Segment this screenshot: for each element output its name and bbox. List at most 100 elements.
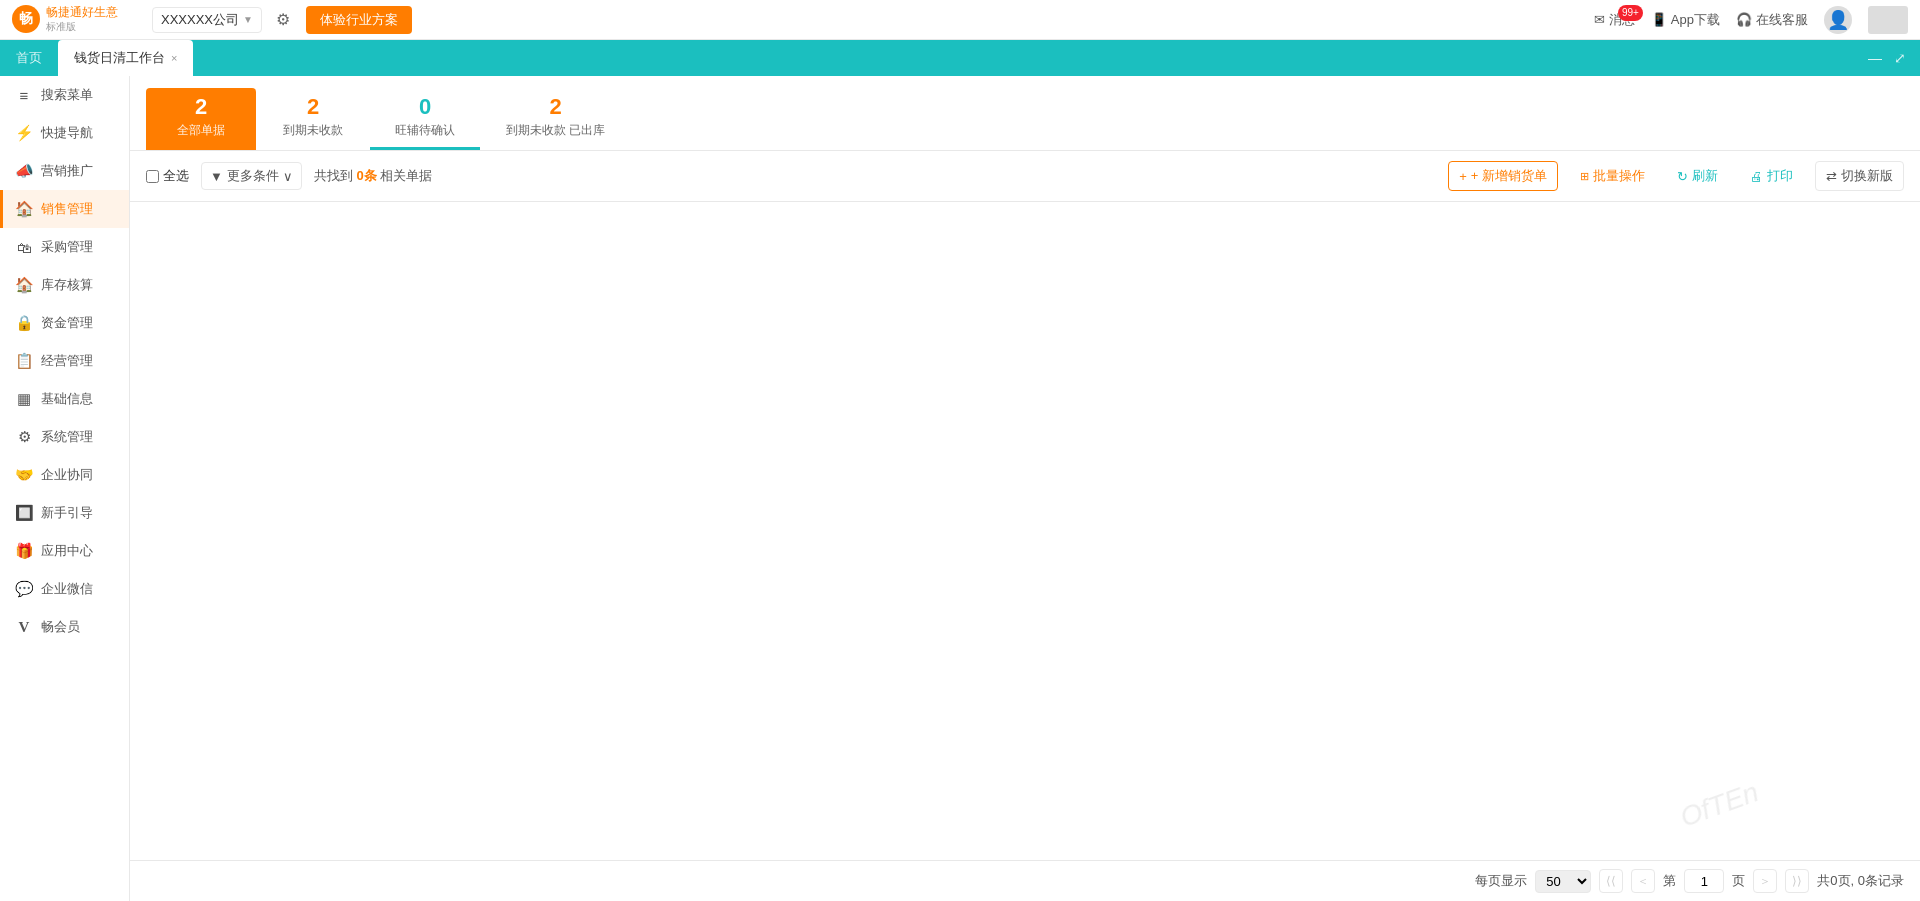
operations-icon: 📋 (15, 352, 33, 370)
header-right: ✉ 消息 99+ 📱 App下载 🎧 在线客服 👤 (1594, 6, 1908, 34)
next-page-button[interactable]: ＞ (1753, 869, 1777, 893)
user-name-area (1868, 6, 1908, 34)
stat-label-all: 全部单据 (177, 122, 225, 139)
print-label: 打印 (1767, 167, 1793, 185)
select-all-checkbox[interactable]: 全选 (146, 167, 189, 185)
add-sales-order-button[interactable]: + + 新增销货单 (1448, 161, 1558, 191)
sidebar-item-search-menu[interactable]: ≡ 搜索菜单 (0, 76, 129, 114)
sidebar-item-quick-nav[interactable]: ⚡ 快捷导航 (0, 114, 129, 152)
search-menu-icon: ≡ (15, 86, 33, 104)
filter-chevron-icon: ∨ (283, 169, 293, 184)
sidebar-item-marketing[interactable]: 📣 营销推广 (0, 152, 129, 190)
switch-version-button[interactable]: ⇄ 切换新版 (1815, 161, 1904, 191)
page-input[interactable] (1684, 869, 1724, 893)
logo-subtitle: 标准版 (46, 20, 118, 34)
headset-icon: 🎧 (1736, 12, 1752, 27)
purchase-icon: 🛍 (15, 238, 33, 256)
main-layout: ≡ 搜索菜单 ⚡ 快捷导航 📣 营销推广 🏠 销售管理 🛍 采购管理 🏠 库存核… (0, 76, 1920, 901)
sidebar-label-guide: 新手引导 (41, 504, 93, 522)
filter-icon: ▼ (210, 169, 223, 184)
table-area (130, 202, 1920, 860)
sidebar-label-quick-nav: 快捷导航 (41, 124, 93, 142)
select-all-input[interactable] (146, 170, 159, 183)
toolbar-right: + + 新增销货单 ⊞ 批量操作 ↻ 刷新 🖨 打印 ⇄ 切换新版 (1448, 161, 1904, 191)
online-service-label: 在线客服 (1756, 11, 1808, 29)
tab-workbench[interactable]: 钱货日清工作台 × (58, 40, 193, 76)
select-all-label: 全选 (163, 167, 189, 185)
trial-button[interactable]: 体验行业方案 (306, 6, 412, 34)
app-download-button[interactable]: 📱 App下载 (1651, 11, 1720, 29)
gear-icon: ⚙ (276, 10, 290, 29)
sidebar-item-purchase[interactable]: 🛍 采购管理 (0, 228, 129, 266)
per-page-select[interactable]: 50 100 200 (1535, 870, 1591, 893)
message-icon: ✉ (1594, 12, 1605, 27)
company-name: XXXXXX公司 (161, 11, 239, 29)
sidebar-label-finance: 资金管理 (41, 314, 93, 332)
sidebar-item-basic-info[interactable]: ▦ 基础信息 (0, 380, 129, 418)
vip-icon: V (15, 618, 33, 636)
settings-button[interactable]: ⚙ (268, 5, 298, 35)
toolbar: 全选 ▼ 更多条件 ∨ 共找到 0条 相关单据 + + 新增销货单 ⊞ 批量操作 (130, 151, 1920, 202)
enterprise-icon: 🤝 (15, 466, 33, 484)
stat-tab-all[interactable]: 2 全部单据 (146, 88, 256, 150)
sidebar-item-sales[interactable]: 🏠 销售管理 (0, 190, 129, 228)
stat-label-pending: 旺辅待确认 (395, 122, 455, 139)
sidebar-label-sales: 销售管理 (41, 200, 93, 218)
app-center-icon: 🎁 (15, 542, 33, 560)
basic-info-icon: ▦ (15, 390, 33, 408)
sidebar-item-operations[interactable]: 📋 经营管理 (0, 342, 129, 380)
wechat-icon: 💬 (15, 580, 33, 598)
filter-label: 更多条件 (227, 167, 279, 185)
per-page-label: 每页显示 (1475, 872, 1527, 890)
sidebar-item-guide[interactable]: 🔲 新手引导 (0, 494, 129, 532)
chevron-down-icon: ▼ (243, 14, 253, 25)
last-page-button[interactable]: ⟩⟩ (1785, 869, 1809, 893)
logo-icon: 畅 (12, 5, 40, 33)
sidebar-label-operations: 经营管理 (41, 352, 93, 370)
batch-operation-button[interactable]: ⊞ 批量操作 (1570, 162, 1655, 190)
found-text: 共找到 0条 相关单据 (314, 167, 432, 185)
company-selector[interactable]: XXXXXX公司 ▼ (152, 7, 262, 33)
top-header: 畅 畅捷通好生意 标准版 XXXXXX公司 ▼ ⚙ 体验行业方案 ✉ 消息 99… (0, 0, 1920, 40)
system-icon: ⚙ (15, 428, 33, 446)
sidebar-item-wechat[interactable]: 💬 企业微信 (0, 570, 129, 608)
stat-tab-overdue-shipped[interactable]: 2 到期未收款 已出库 (482, 88, 629, 150)
stat-tab-overdue[interactable]: 2 到期未收款 (258, 88, 368, 150)
tab-home[interactable]: 首页 (0, 40, 58, 76)
stat-number-all: 2 (195, 96, 207, 118)
add-btn-label: + 新增销货单 (1471, 167, 1547, 185)
tab-workbench-label: 钱货日清工作台 (74, 49, 165, 67)
sidebar-item-finance[interactable]: 🔒 资金管理 (0, 304, 129, 342)
tab-maximize-icon[interactable]: ⤢ (1888, 50, 1912, 66)
batch-icon: ⊞ (1580, 170, 1589, 183)
online-service-button[interactable]: 🎧 在线客服 (1736, 11, 1808, 29)
tab-home-label: 首页 (16, 49, 42, 67)
user-icon: 👤 (1827, 9, 1849, 31)
sidebar-item-app-center[interactable]: 🎁 应用中心 (0, 532, 129, 570)
sidebar-item-vip[interactable]: V 畅会员 (0, 608, 129, 646)
sidebar-item-inventory[interactable]: 🏠 库存核算 (0, 266, 129, 304)
sidebar-item-system[interactable]: ⚙ 系统管理 (0, 418, 129, 456)
logo-area: 畅 畅捷通好生意 标准版 (12, 5, 142, 33)
guide-icon: 🔲 (15, 504, 33, 522)
tab-minimize-icon[interactable]: — (1862, 50, 1888, 66)
print-icon: 🖨 (1750, 169, 1763, 184)
message-badge: 99+ (1618, 5, 1643, 21)
tab-close-icon[interactable]: × (171, 52, 177, 64)
sidebar: ≡ 搜索菜单 ⚡ 快捷导航 📣 营销推广 🏠 销售管理 🛍 采购管理 🏠 库存核… (0, 76, 130, 901)
prev-page-button[interactable]: ＜ (1631, 869, 1655, 893)
found-prefix: 共找到 (314, 168, 353, 183)
sidebar-item-enterprise[interactable]: 🤝 企业协同 (0, 456, 129, 494)
avatar[interactable]: 👤 (1824, 6, 1852, 34)
first-page-button[interactable]: ⟨⟨ (1599, 869, 1623, 893)
found-suffix: 相关单据 (380, 168, 432, 183)
sidebar-label-inventory: 库存核算 (41, 276, 93, 294)
page-prefix: 第 (1663, 872, 1676, 890)
filter-button[interactable]: ▼ 更多条件 ∨ (201, 162, 302, 190)
stat-tab-pending[interactable]: 0 旺辅待确认 (370, 88, 480, 150)
refresh-button[interactable]: ↻ 刷新 (1667, 162, 1728, 190)
print-button[interactable]: 🖨 打印 (1740, 162, 1803, 190)
logo-title: 畅捷通好生意 (46, 5, 118, 19)
sidebar-label-wechat: 企业微信 (41, 580, 93, 598)
message-button[interactable]: ✉ 消息 99+ (1594, 11, 1635, 29)
